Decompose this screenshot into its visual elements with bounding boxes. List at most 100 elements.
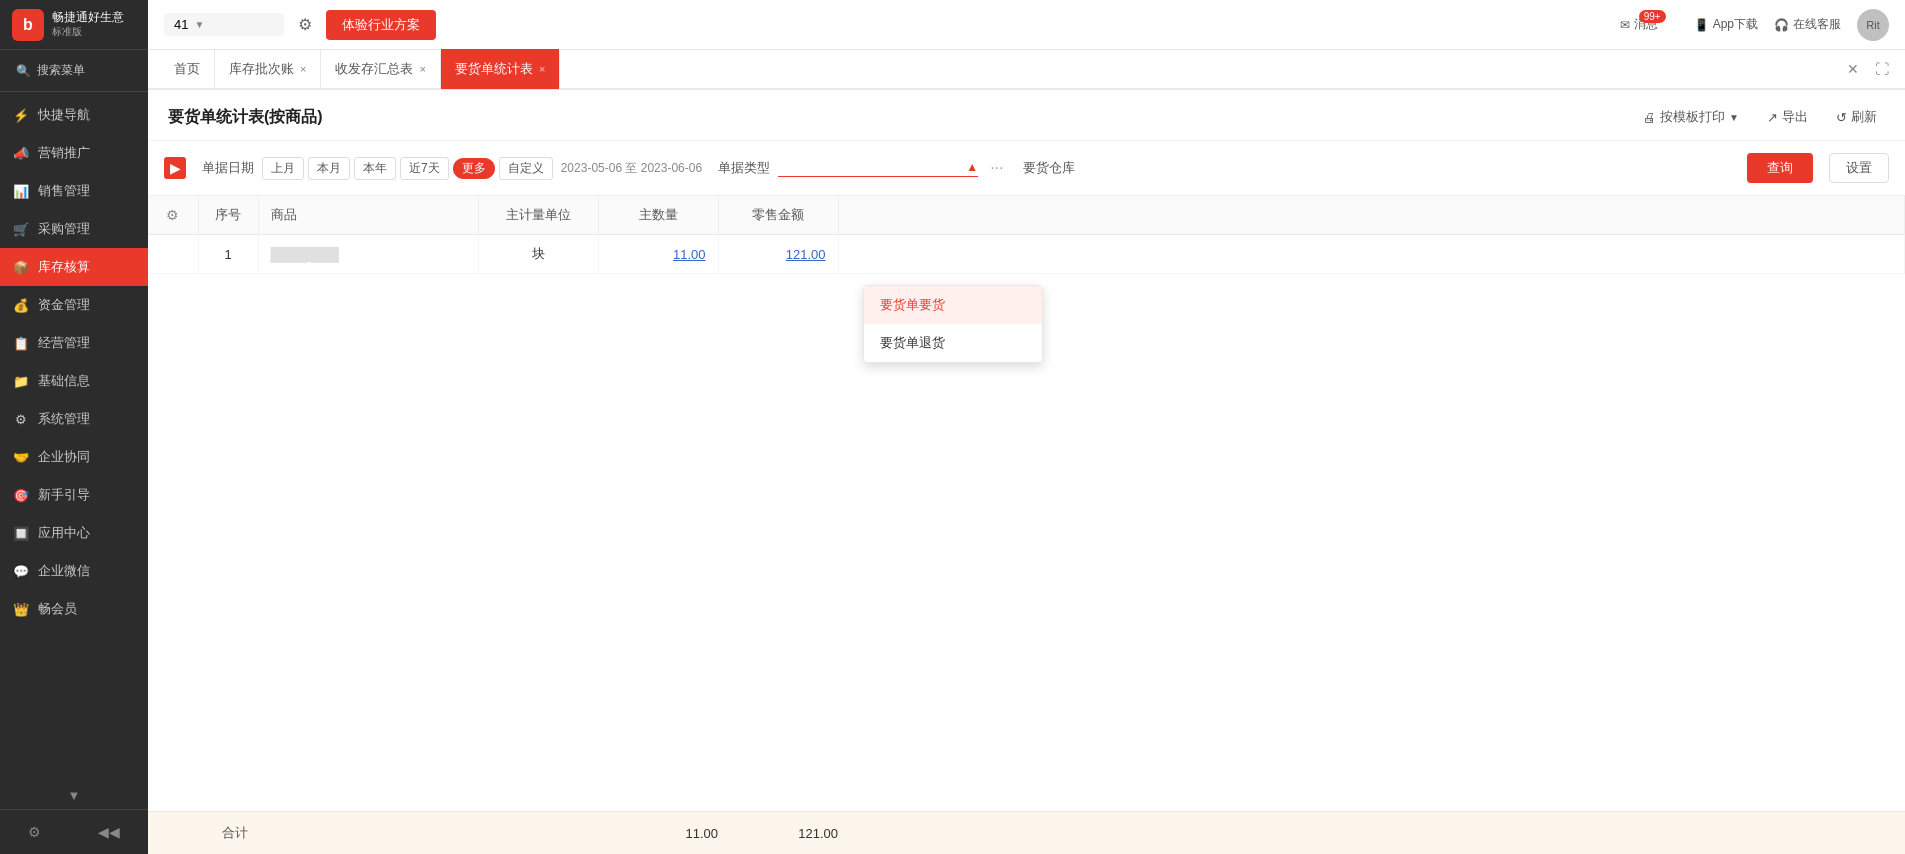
tab-requisition-stats[interactable]: 要货单统计表 × — [441, 49, 560, 89]
page-actions: 🖨 按模板打印 ▼ ↗ 导出 ↺ 刷新 — [1635, 104, 1885, 130]
sidebar-item-guide[interactable]: 🎯 新手引导 — [0, 476, 148, 514]
sidebar-item-sales[interactable]: 📊 销售管理 — [0, 172, 148, 210]
amount-link[interactable]: 121.00 — [786, 247, 826, 262]
tab-inventory-batch-close[interactable]: × — [300, 63, 306, 75]
sidebar-item-operation[interactable]: 📋 经营管理 — [0, 324, 148, 362]
type-more-options[interactable]: ··· — [986, 159, 1007, 177]
tab-requisition-stats-close[interactable]: × — [539, 63, 545, 75]
date-filter-label: 单据日期 — [202, 159, 254, 177]
tab-inventory-batch[interactable]: 库存批次账 × — [215, 49, 321, 89]
custom-date-btn[interactable]: 自定义 — [499, 157, 553, 180]
col-settings[interactable]: ⚙ — [148, 196, 198, 235]
dropdown-item-label: 要货单要货 — [880, 297, 945, 312]
logo-icon: b — [12, 9, 44, 41]
date-buttons: 上月 本月 本年 近7天 更多 自定义 — [262, 157, 553, 180]
tab-home[interactable]: 首页 — [160, 49, 215, 89]
sidebar-item-finance[interactable]: 💰 资金管理 — [0, 286, 148, 324]
sidebar-item-label: 营销推广 — [38, 144, 90, 162]
company-selector[interactable]: 41 ▼ — [164, 13, 284, 36]
export-button[interactable]: ↗ 导出 — [1759, 104, 1816, 130]
sidebar-item-label: 采购管理 — [38, 220, 90, 238]
sidebar-item-enterprise[interactable]: 🤝 企业协同 — [0, 438, 148, 476]
row-amount-cell[interactable]: 121.00 — [718, 235, 838, 274]
tabbar-right: ✕ ⛶ — [1843, 57, 1893, 81]
type-filter-group: 单据类型 ▲ ··· — [718, 159, 1007, 177]
operation-icon: 📋 — [12, 334, 30, 352]
sidebar-item-label: 经营管理 — [38, 334, 90, 352]
filter-bar: ▶ 单据日期 上月 本月 本年 近7天 更多 自定义 2023-05-06 至 … — [148, 141, 1905, 196]
export-icon: ↗ — [1767, 110, 1778, 125]
more-date-btn[interactable]: 更多 — [453, 158, 495, 179]
sidebar-item-quick-nav[interactable]: ⚡ 快捷导航 — [0, 96, 148, 134]
set-button[interactable]: 设置 — [1829, 153, 1889, 183]
message-badge: 99+ — [1639, 10, 1666, 23]
footer-total-label: 合计 — [210, 824, 490, 842]
footer-amount-value: 121.00 — [730, 826, 850, 841]
row-qty-cell[interactable]: 11.00 — [598, 235, 718, 274]
tab-close-all-icon[interactable]: ✕ — [1843, 57, 1863, 81]
sidebar-scroll-down[interactable]: ▼ — [0, 782, 148, 809]
trial-industry-button[interactable]: 体验行业方案 — [326, 10, 436, 40]
type-select[interactable]: ▲ — [778, 160, 978, 177]
date-filter-group: 单据日期 上月 本月 本年 近7天 更多 自定义 2023-05-06 至 20… — [202, 157, 702, 180]
settings-bottom-icon[interactable]: ⚙ — [22, 818, 47, 846]
avatar[interactable]: Rit — [1857, 9, 1889, 41]
type-select-arrow-up[interactable]: ▲ — [966, 160, 978, 174]
sidebar-item-member[interactable]: 👑 畅会员 — [0, 590, 148, 628]
sidebar-item-label: 销售管理 — [38, 182, 90, 200]
company-dropdown-icon: ▼ — [194, 19, 204, 30]
print-template-button[interactable]: 🖨 按模板打印 ▼ — [1635, 104, 1747, 130]
wechat-icon: 💬 — [12, 562, 30, 580]
sidebar-item-basic[interactable]: 📁 基础信息 — [0, 362, 148, 400]
enterprise-icon: 🤝 — [12, 448, 30, 466]
filter-expand-button[interactable]: ▶ — [164, 157, 186, 179]
avatar-text: Rit — [1866, 19, 1879, 31]
service-icon: 🎧 — [1774, 18, 1789, 32]
sidebar-item-label: 系统管理 — [38, 410, 90, 428]
current-month-btn[interactable]: 本月 — [308, 157, 350, 180]
print-dropdown-icon: ▼ — [1729, 112, 1739, 123]
sidebar-item-purchase[interactable]: 🛒 采购管理 — [0, 210, 148, 248]
expand-icon: ▶ — [170, 160, 181, 176]
quick-nav-icon: ⚡ — [12, 106, 30, 124]
tabbar: 首页 库存批次账 × 收发存汇总表 × 要货单统计表 × ✕ ⛶ — [148, 50, 1905, 90]
sidebar-item-wechat[interactable]: 💬 企业微信 — [0, 552, 148, 590]
refresh-button[interactable]: ↺ 刷新 — [1828, 104, 1885, 130]
warehouse-filter-group: 要货仓库 — [1023, 159, 1075, 177]
print-label: 按模板打印 — [1660, 108, 1725, 126]
query-button[interactable]: 查询 — [1747, 153, 1813, 183]
search-menu-button[interactable]: 🔍 搜索菜单 — [10, 58, 138, 83]
sidebar-item-inventory[interactable]: 📦 库存核算 — [0, 248, 148, 286]
topbar-right: ✉ 消息 99+ 📱 App下载 🎧 在线客服 Rit — [1620, 9, 1889, 41]
sidebar-item-label: 企业微信 — [38, 562, 90, 580]
sidebar-nav: ⚡ 快捷导航 📣 营销推广 📊 销售管理 🛒 采购管理 📦 库存核算 💰 资金管… — [0, 92, 148, 782]
recent-7days-btn[interactable]: 近7天 — [400, 157, 449, 180]
prev-month-btn[interactable]: 上月 — [262, 157, 304, 180]
logo-name: 畅捷通好生意 — [52, 10, 124, 26]
dropdown-item-order-return[interactable]: 要货单退货 — [864, 324, 1042, 362]
table-footer: 合计 11.00 121.00 — [148, 811, 1905, 854]
current-year-btn[interactable]: 本年 — [354, 157, 396, 180]
message-button[interactable]: ✉ 消息 99+ — [1620, 16, 1658, 33]
app-download-label: App下载 — [1713, 16, 1758, 33]
product-name-text: ████ ███ — [271, 247, 339, 262]
inventory-icon: 📦 — [12, 258, 30, 276]
collapse-sidebar-icon[interactable]: ◀◀ — [92, 818, 126, 846]
online-service-button[interactable]: 🎧 在线客服 — [1774, 16, 1841, 33]
tab-receive-summary-close[interactable]: × — [419, 63, 425, 75]
col-index: 序号 — [198, 196, 258, 235]
dropdown-item-order-goods[interactable]: 要货单要货 — [864, 286, 1042, 324]
export-label: 导出 — [1782, 108, 1808, 126]
tab-maximize-icon[interactable]: ⛶ — [1871, 57, 1893, 81]
sidebar-search-section: 🔍 搜索菜单 — [0, 50, 148, 92]
sidebar: b 畅捷通好生意 标准版 🔍 搜索菜单 ⚡ 快捷导航 📣 营销推广 📊 销售管理… — [0, 0, 148, 854]
topbar-settings-icon[interactable]: ⚙ — [294, 11, 316, 38]
sidebar-item-marketing[interactable]: 📣 营销推广 — [0, 134, 148, 172]
col-product: 商品 — [258, 196, 478, 235]
tab-receive-summary[interactable]: 收发存汇总表 × — [321, 49, 440, 89]
sidebar-item-app-center[interactable]: 🔲 应用中心 — [0, 514, 148, 552]
refresh-icon: ↺ — [1836, 110, 1847, 125]
qty-link[interactable]: 11.00 — [673, 247, 706, 262]
app-download-button[interactable]: 📱 App下载 — [1694, 16, 1758, 33]
sidebar-item-system[interactable]: ⚙ 系统管理 — [0, 400, 148, 438]
